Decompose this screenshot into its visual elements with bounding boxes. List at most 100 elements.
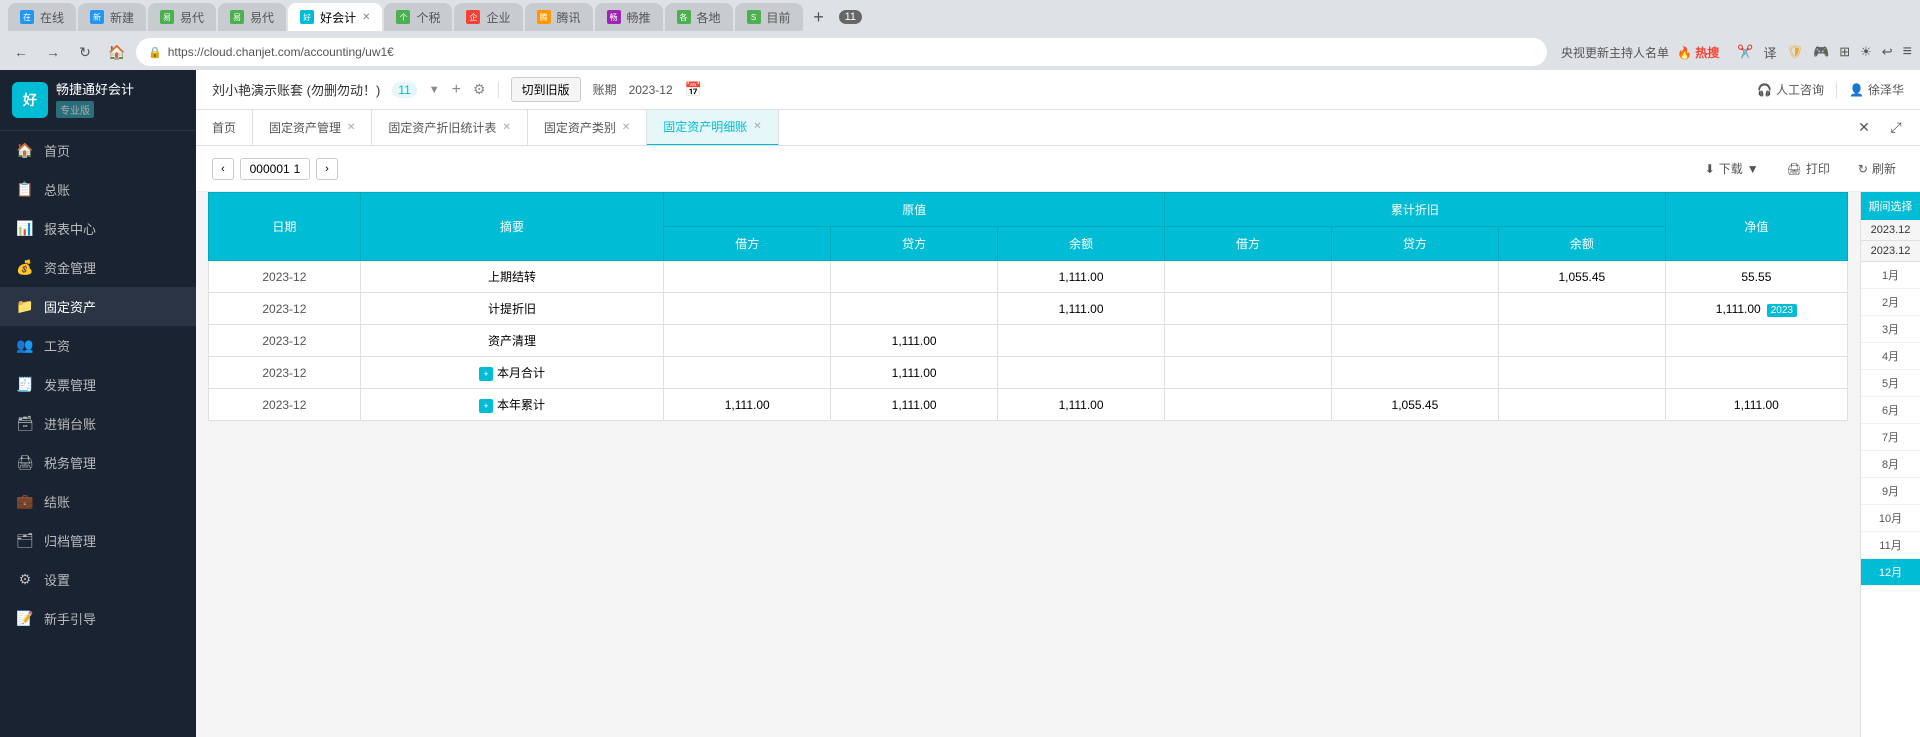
- page-tab-close-fixed-mgmt[interactable]: ✕: [347, 122, 355, 133]
- browser-tab-t1[interactable]: 在 在线: [8, 3, 76, 31]
- scissors-icon[interactable]: ✂️: [1737, 44, 1753, 60]
- brightness-icon[interactable]: ☀: [1860, 44, 1872, 60]
- cell-date: 2023-12: [209, 293, 361, 325]
- cell-date: 2023-12: [209, 389, 361, 421]
- cell-summary[interactable]: +本月合计: [360, 357, 664, 389]
- browser-tab-t4[interactable]: 易 易代: [218, 3, 286, 31]
- browser-tab-t5[interactable]: 好 好会计 ✕: [288, 3, 382, 31]
- browser-tab-t3[interactable]: 易 易代: [148, 3, 216, 31]
- address-box[interactable]: 🔒 https://cloud.chanjet.com/accounting/u…: [136, 38, 1547, 66]
- sidebar-item-purchase-sales[interactable]: 🗃 进销台账: [0, 404, 196, 443]
- tab-favicon: 畅: [607, 10, 621, 24]
- forward-button[interactable]: →: [40, 39, 66, 65]
- browser-tab-t8[interactable]: 腾 腾讯: [525, 3, 593, 31]
- user-button[interactable]: 👤 徐泽华: [1849, 81, 1904, 98]
- page-tab-fixed-mgmt[interactable]: 固定资产管理 ✕: [253, 110, 372, 146]
- home-button[interactable]: 🏠: [104, 39, 130, 65]
- translate-icon[interactable]: 译: [1763, 43, 1776, 62]
- browser-tab-t7[interactable]: 企 企业: [454, 3, 522, 31]
- page-tab-close-fixed-cat[interactable]: ✕: [622, 122, 630, 133]
- period-month-6月[interactable]: 6月: [1861, 397, 1920, 424]
- period-month-8月[interactable]: 8月: [1861, 451, 1920, 478]
- sidebar-item-fixed-assets[interactable]: 📁 固定资产: [0, 287, 196, 326]
- grid-icon[interactable]: ⊞: [1839, 44, 1850, 60]
- logo-icon: 好: [12, 82, 48, 118]
- cell-summary[interactable]: 上期结转: [360, 261, 664, 293]
- period-label: 账期: [593, 81, 617, 98]
- page-tab-close-fixed-detail[interactable]: ✕: [753, 121, 761, 132]
- table-row: 2023-12 资产清理 1,111.00: [209, 325, 1848, 357]
- address-bar-row: ← → ↻ 🏠 🔒 https://cloud.chanjet.com/acco…: [0, 34, 1920, 70]
- top-bar-right: 🎧 人工咨询 👤 徐泽华: [1757, 81, 1904, 98]
- browser-tab-t11[interactable]: S 目前: [735, 3, 803, 31]
- page-tab-fixed-detail[interactable]: 固定资产明细账 ✕: [647, 110, 778, 146]
- browser-tab-t9[interactable]: 畅 畅推: [595, 3, 663, 31]
- new-tab-button[interactable]: +: [805, 3, 833, 31]
- sidebar-item-closing[interactable]: 💼 结账: [0, 482, 196, 521]
- switch-version-button[interactable]: 切到旧版: [511, 77, 581, 102]
- sidebar-item-home[interactable]: 🏠 首页: [0, 131, 196, 170]
- page-tab-fixed-dep-stat[interactable]: 固定资产折旧统计表 ✕: [372, 110, 527, 146]
- sidebar-item-guide[interactable]: 📝 新手引导: [0, 599, 196, 638]
- page-tab-home[interactable]: 首页: [196, 110, 253, 146]
- period-month-10月[interactable]: 10月: [1861, 505, 1920, 532]
- dropdown-arrow[interactable]: ▼: [429, 84, 440, 96]
- cell-summary[interactable]: 资产清理: [360, 325, 664, 357]
- period-month-2月[interactable]: 2月: [1861, 289, 1920, 316]
- sidebar-item-settings[interactable]: ⚙ 设置: [0, 560, 196, 599]
- period-month-4月[interactable]: 4月: [1861, 343, 1920, 370]
- cell-summary[interactable]: +本年累计: [360, 389, 664, 421]
- prev-page-button[interactable]: ‹: [212, 158, 234, 180]
- browser-tab-t6[interactable]: 个 个税: [384, 3, 452, 31]
- period-month-5月[interactable]: 5月: [1861, 370, 1920, 397]
- sidebar-item-payroll[interactable]: 👥 工资: [0, 326, 196, 365]
- shield-icon[interactable]: 🛡: [1786, 44, 1803, 60]
- sidebar-label-invoice: 发票管理: [44, 375, 96, 394]
- period-month-12月[interactable]: 12月: [1861, 559, 1920, 586]
- expand-button[interactable]: ⤢: [1884, 116, 1908, 140]
- period-month-7月[interactable]: 7月: [1861, 424, 1920, 451]
- game-icon[interactable]: 🎮: [1813, 44, 1829, 60]
- back-button[interactable]: ←: [8, 39, 34, 65]
- cell-orig-credit: [831, 261, 998, 293]
- sidebar-item-funds[interactable]: 💰 资金管理: [0, 248, 196, 287]
- download-icon: ⬇: [1705, 162, 1715, 176]
- col-orig-credit: 贷方: [831, 227, 998, 261]
- page-tab-fixed-cat[interactable]: 固定资产类别 ✕: [528, 110, 647, 146]
- col-accumulated-dep: 累计折旧: [1165, 193, 1666, 227]
- period-month-11月[interactable]: 11月: [1861, 532, 1920, 559]
- period-month-3月[interactable]: 3月: [1861, 316, 1920, 343]
- sidebar-item-invoice[interactable]: 🧾 发票管理: [0, 365, 196, 404]
- sidebar-item-general-ledger[interactable]: 📋 总账: [0, 170, 196, 209]
- period-month-9月[interactable]: 9月: [1861, 478, 1920, 505]
- year-badge: 2023: [1767, 304, 1797, 317]
- undo-icon[interactable]: ↩: [1882, 44, 1893, 60]
- sidebar-logo: 好 畅捷通好会计 专业版: [0, 70, 196, 131]
- cell-orig-debit: [664, 293, 831, 325]
- service-button[interactable]: 🎧 人工咨询: [1757, 81, 1824, 98]
- period-month-1月[interactable]: 1月: [1861, 262, 1920, 289]
- calendar-icon[interactable]: 📅: [685, 81, 702, 98]
- settings-icon-topbar[interactable]: ⚙: [473, 81, 486, 98]
- reload-button[interactable]: ↻: [72, 39, 98, 65]
- cell-summary[interactable]: 计提折旧: [360, 293, 664, 325]
- print-button[interactable]: 🖨 打印: [1779, 156, 1838, 181]
- refresh-button[interactable]: ↻ 刷新: [1850, 156, 1904, 181]
- download-button[interactable]: ⬇ 下载 ▼: [1697, 156, 1767, 181]
- browser-tab-t2[interactable]: 新 新建: [78, 3, 146, 31]
- close-panel-button[interactable]: ✕: [1852, 116, 1876, 140]
- col-original-value: 原值: [664, 193, 1165, 227]
- sidebar-item-tax[interactable]: 🖨 税务管理: [0, 443, 196, 482]
- cell-acc-credit: [1331, 325, 1498, 357]
- tab-close-icon[interactable]: ✕: [362, 12, 370, 23]
- add-account-btn[interactable]: +: [452, 81, 461, 99]
- sidebar-item-archive[interactable]: 🗂 归档管理: [0, 521, 196, 560]
- page-tab-close-fixed-dep-stat[interactable]: ✕: [502, 122, 510, 133]
- browser-tab-t10[interactable]: 各 各地: [665, 3, 733, 31]
- row-icon: +: [479, 367, 493, 381]
- tab-label: 畅推: [627, 9, 651, 26]
- next-page-button[interactable]: ›: [316, 158, 338, 180]
- tab-label: 在线: [40, 9, 64, 26]
- sidebar-item-reports[interactable]: 📊 报表中心: [0, 209, 196, 248]
- menu-icon[interactable]: ≡: [1903, 43, 1912, 61]
